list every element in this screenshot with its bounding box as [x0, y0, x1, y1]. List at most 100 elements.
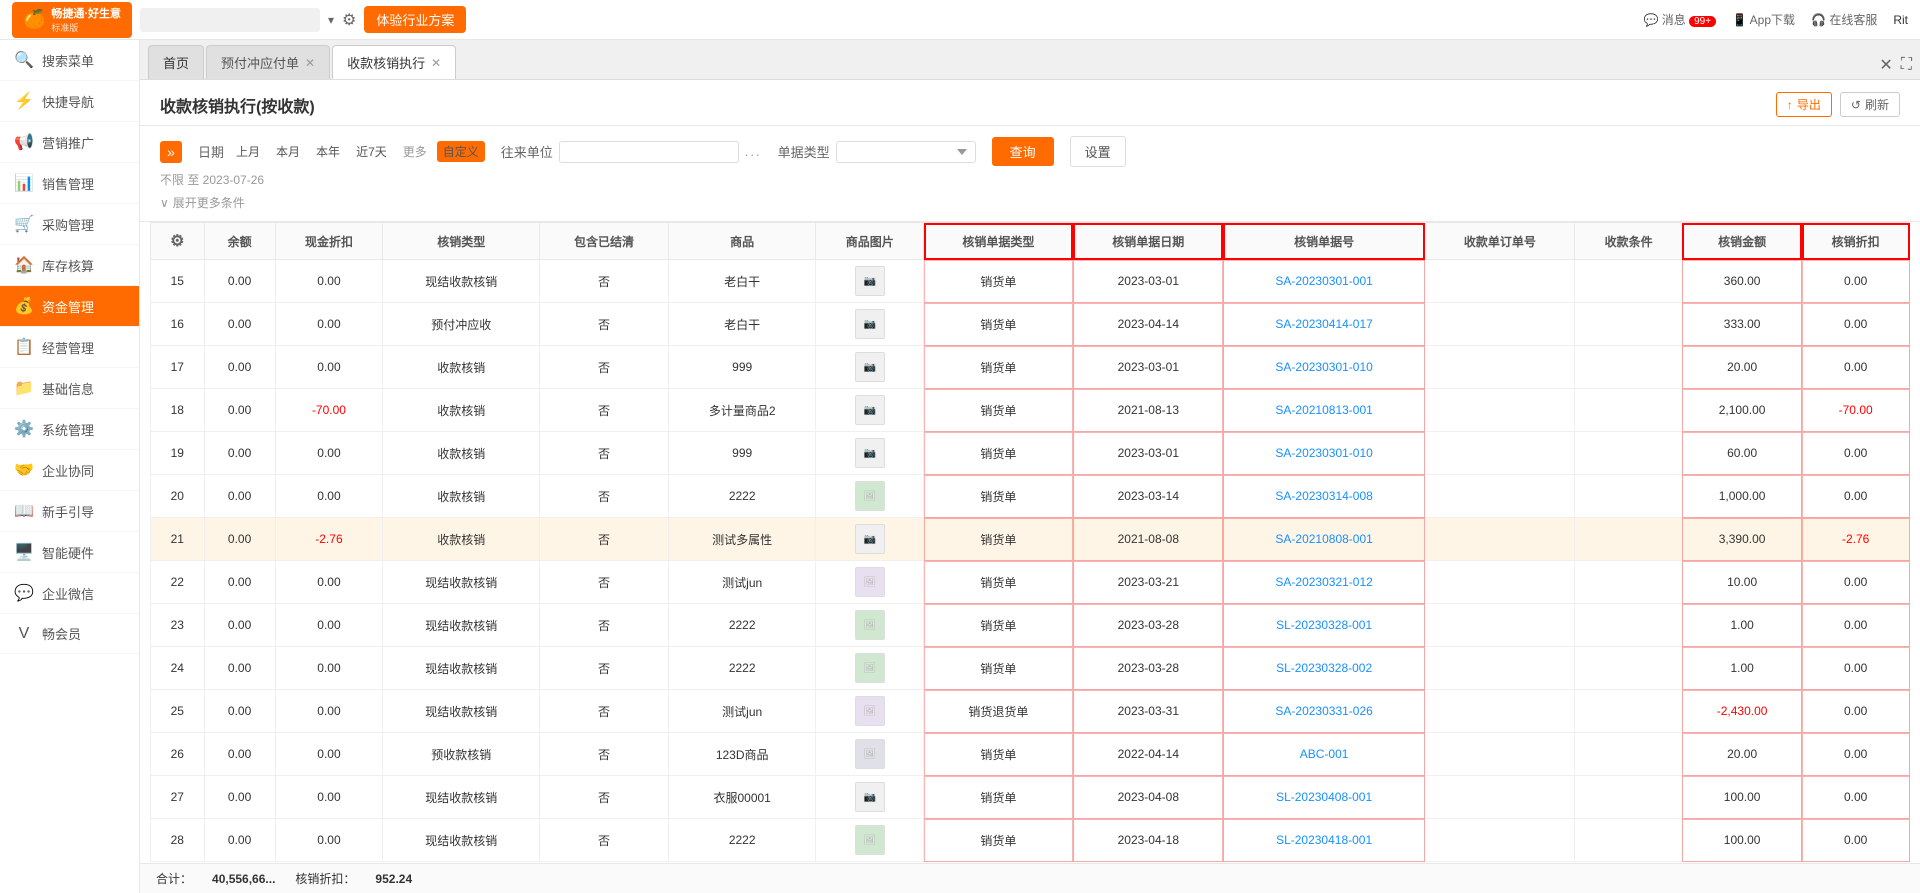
logo-text-group: 畅捷通·好生意 标准版	[51, 5, 121, 34]
sidebar-item-采购管理[interactable]: 🛒采购管理	[0, 204, 139, 245]
tab-home[interactable]: 首页	[148, 45, 204, 79]
dropdown-trigger[interactable]: ▾	[328, 13, 334, 27]
sidebar-item-营销推广[interactable]: 📢营销推广	[0, 122, 139, 163]
date-btn-up[interactable]: 上月	[230, 141, 266, 162]
table-cell-9[interactable]: ABC-001	[1223, 733, 1425, 776]
filter-bill-type: 单据类型	[778, 141, 976, 163]
table-cell-9[interactable]: SA-20230301-010	[1223, 432, 1425, 475]
sidebar-item-快捷导航[interactable]: ⚡快捷导航	[0, 81, 139, 122]
tab-prepay[interactable]: 预付冲应付单 ✕	[206, 45, 330, 79]
product-image: 📷	[855, 782, 885, 812]
sidebar-item-经营管理[interactable]: 📋经营管理	[0, 327, 139, 368]
sidebar-icon: V	[14, 625, 34, 643]
sidebar-item-库存核算[interactable]: 🏠库存核算	[0, 245, 139, 286]
sidebar-item-资金管理[interactable]: 💰资金管理	[0, 286, 139, 327]
table-cell-9[interactable]: SA-20230301-010	[1223, 346, 1425, 389]
table-cell-9[interactable]: SA-20210813-001	[1223, 389, 1425, 432]
table-cell-9[interactable]: SA-20230301-001	[1223, 260, 1425, 303]
table-cell-0: 18	[151, 389, 205, 432]
tab-close-icon[interactable]: ✕	[1879, 55, 1892, 75]
table-cell-2: 0.00	[275, 647, 383, 690]
table-cell-9[interactable]: SA-20210808-001	[1223, 518, 1425, 561]
sidebar-nav: 🔍搜索菜单⚡快捷导航📢营销推广📊销售管理🛒采购管理🏠库存核算💰资金管理📋经营管理…	[0, 40, 139, 654]
product-image: 📷	[855, 309, 885, 339]
refresh-button[interactable]: ↺ 刷新	[1840, 92, 1900, 117]
sidebar-icon: 📋	[14, 337, 34, 357]
sidebar-label: 销售管理	[42, 174, 94, 193]
table-cell-9[interactable]: SA-20230331-026	[1223, 690, 1425, 733]
app-download[interactable]: 📱 App下载	[1732, 11, 1795, 28]
table-header: ⚙余额现金折扣核销类型包含已结清商品商品图片核销单据类型核销单据日期核销单据号收…	[151, 223, 1910, 260]
tab-close-verify[interactable]: ✕	[431, 56, 441, 70]
table-cell-9[interactable]: SA-20230321-012	[1223, 561, 1425, 604]
col-header-9: 核销单据号	[1223, 223, 1425, 260]
col-settings-icon[interactable]: ⚙	[170, 233, 184, 250]
table-cell-7: 销货单	[924, 733, 1074, 776]
tab-close-prepay[interactable]: ✕	[305, 56, 315, 70]
sidebar-item-系统管理[interactable]: ⚙️系统管理	[0, 409, 139, 450]
gear-icon[interactable]: ⚙	[342, 10, 356, 30]
online-service[interactable]: 🎧 在线客服	[1811, 11, 1877, 28]
table-cell-0: 15	[151, 260, 205, 303]
table-cell-0: 25	[151, 690, 205, 733]
table-row: 270.000.00现结收款核销否衣服00001📷销货单2023-04-08SL…	[151, 776, 1910, 819]
table-cell-8: 2023-03-31	[1073, 690, 1223, 733]
tab-verify[interactable]: 收款核销执行 ✕	[332, 45, 456, 79]
sidebar-icon: 🏠	[14, 255, 34, 275]
table-cell-9[interactable]: SA-20230414-017	[1223, 303, 1425, 346]
table-cell-0: 26	[151, 733, 205, 776]
table-cell-5: 999	[668, 432, 816, 475]
table-row: 260.000.00预收款核销否123D商品🖼销货单2022-04-14ABC-…	[151, 733, 1910, 776]
expand-chevron-icon: ∨	[160, 196, 169, 210]
expand-more-btn[interactable]: ∨ 展开更多条件	[160, 194, 1900, 211]
table-cell-3: 收款核销	[383, 475, 540, 518]
message-icon[interactable]: 💬 消息 99+	[1643, 11, 1716, 28]
settings-button[interactable]: 设置	[1070, 136, 1126, 167]
date-range-display: 不限 至 2023-07-26	[160, 173, 264, 187]
date-btn-cur[interactable]: 本月	[270, 141, 306, 162]
table-row: 170.000.00收款核销否999📷销货单2023-03-01SA-20230…	[151, 346, 1910, 389]
table-cell-5: 2222	[668, 475, 816, 518]
table-cell-10	[1425, 432, 1575, 475]
table-cell-6: 📷	[816, 303, 924, 346]
date-btn-custom[interactable]: 自定义	[437, 141, 485, 162]
party-input[interactable]	[559, 141, 739, 163]
table-cell-0: 17	[151, 346, 205, 389]
table-cell-9[interactable]: SL-20230328-001	[1223, 604, 1425, 647]
logo-icon: 🍊	[23, 9, 45, 30]
tab-maximize-icon[interactable]: ⛶	[1901, 56, 1912, 74]
table-cell-3: 收款核销	[383, 389, 540, 432]
sidebar-item-新手引导[interactable]: 📖新手引导	[0, 491, 139, 532]
user-name[interactable]: Rit	[1893, 13, 1908, 27]
date-btn-more[interactable]: 更多	[397, 141, 433, 162]
sidebar-item-企业微信[interactable]: 💬企业微信	[0, 573, 139, 614]
query-button[interactable]: 查询	[992, 137, 1054, 166]
sidebar-item-畅会员[interactable]: V畅会员	[0, 614, 139, 654]
table-cell-4: 否	[540, 432, 669, 475]
product-image: 📷	[855, 438, 885, 468]
table-cell-0: 20	[151, 475, 205, 518]
product-image: 🖼	[855, 825, 885, 855]
col-header-0: ⚙	[151, 223, 205, 260]
sidebar-item-基础信息[interactable]: 📁基础信息	[0, 368, 139, 409]
sidebar-item-智能硬件[interactable]: 🖥️智能硬件	[0, 532, 139, 573]
sidebar-item-搜索菜单[interactable]: 🔍搜索菜单	[0, 40, 139, 81]
expand-toggle-btn[interactable]: »	[160, 141, 182, 163]
sidebar-item-企业协同[interactable]: 🤝企业协同	[0, 450, 139, 491]
industry-btn[interactable]: 体验行业方案	[364, 6, 466, 33]
date-btn-year[interactable]: 本年	[310, 141, 346, 162]
date-btn-7[interactable]: 近7天	[350, 141, 393, 162]
table-cell-9[interactable]: SL-20230418-001	[1223, 819, 1425, 862]
product-image: 📷	[855, 395, 885, 425]
table-cell-9[interactable]: SL-20230328-002	[1223, 647, 1425, 690]
export-button[interactable]: ↑ 导出	[1776, 92, 1832, 117]
sidebar-item-销售管理[interactable]: 📊销售管理	[0, 163, 139, 204]
table-cell-3: 预收款核销	[383, 733, 540, 776]
table-cell-6: 🖼	[816, 604, 924, 647]
table-cell-10	[1425, 819, 1575, 862]
table-footer: 合计： 40,556,66... 核销折扣： 952.24	[140, 863, 1920, 893]
table-cell-9[interactable]: SA-20230314-008	[1223, 475, 1425, 518]
table-cell-13: 0.00	[1802, 303, 1910, 346]
bill-type-select[interactable]	[836, 141, 976, 163]
table-cell-9[interactable]: SL-20230408-001	[1223, 776, 1425, 819]
